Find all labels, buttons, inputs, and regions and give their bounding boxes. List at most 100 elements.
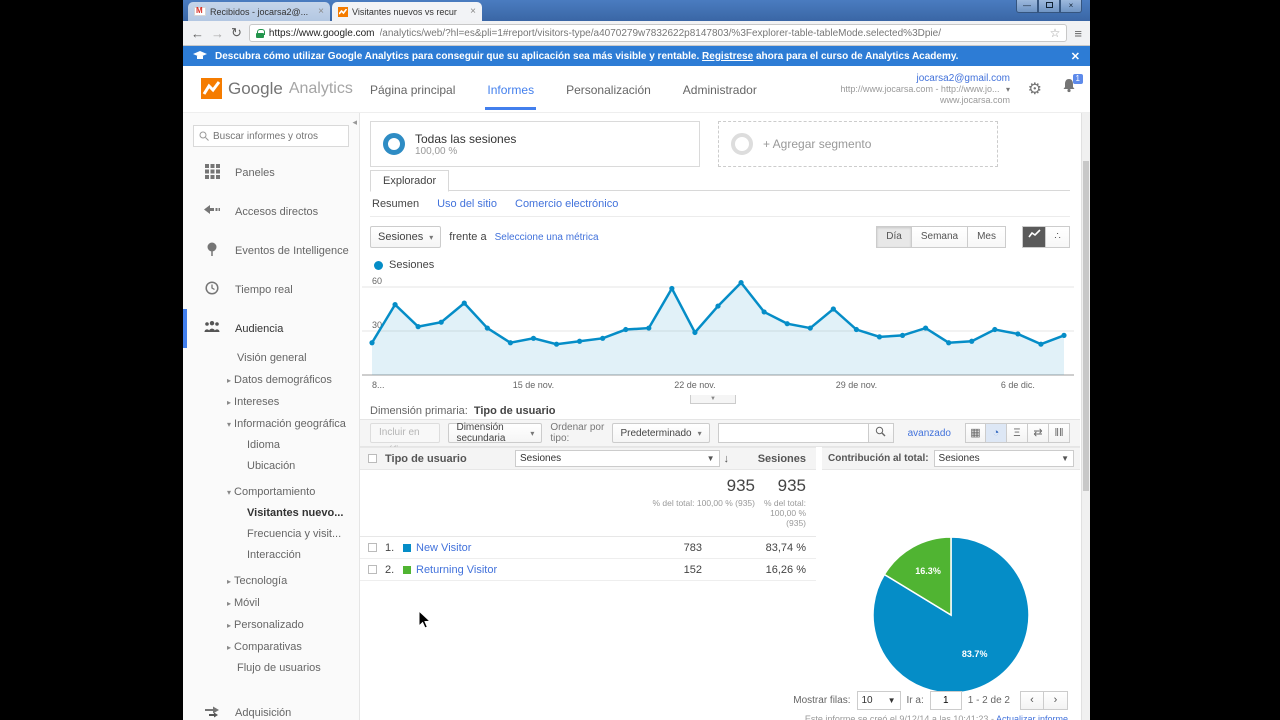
sidebar-item-tecnologia[interactable]: ▸ Tecnología <box>183 570 359 592</box>
minimize-button[interactable]: — <box>1016 0 1038 13</box>
sidebar-item-datos-demograficos[interactable]: ▸ Datos demográficos <box>183 369 359 391</box>
nav-personalizacion[interactable]: Personalización <box>564 68 653 110</box>
notifications-bell[interactable]: 1 <box>1062 74 1083 98</box>
scrollbar[interactable] <box>1081 113 1090 720</box>
select-metric-link[interactable]: Seleccione una métrica <box>495 232 599 243</box>
pivot-view-icon[interactable]: ǁǁ <box>1049 423 1070 443</box>
sidebar-item-flujo-usuarios[interactable]: Flujo de usuarios <box>183 658 359 679</box>
gear-icon[interactable]: ⚙ <box>1028 79 1042 99</box>
audience-people-icon <box>203 321 221 336</box>
sidebar-search[interactable] <box>193 125 349 147</box>
granularity-week-button[interactable]: Semana <box>911 226 969 248</box>
sidebar-item-comportamiento[interactable]: ▾ Comportamiento <box>183 481 359 503</box>
account-property: http://www.jocarsa.com - http://www.jo..… <box>840 84 1000 94</box>
sidebar-item-personalizado[interactable]: ▸ Personalizado <box>183 614 359 636</box>
sidebar-item-intereses[interactable]: ▸ Intereses <box>183 391 359 413</box>
sidebar-item-eventos-intelligence[interactable]: Eventos de Intelligence <box>183 231 359 270</box>
browser-tab-gmail[interactable]: Recibidos - jocarsa2@... × <box>188 2 330 21</box>
line-chart-icon[interactable] <box>1022 226 1046 248</box>
subnav-comercio[interactable]: Comercio electrónico <box>515 198 618 210</box>
table-view-icon[interactable]: ▦ <box>965 423 986 443</box>
plot-rows-button[interactable]: Incluir en gráfico <box>370 423 441 456</box>
browser-tabstrip: Recibidos - jocarsa2@... × Visitantes nu… <box>183 0 1090 21</box>
comparison-view-icon[interactable]: ⇄ <box>1028 423 1049 443</box>
bookmark-star-icon[interactable]: ☆ <box>1050 26 1061 40</box>
pie-view-icon[interactable]: ◔ <box>986 423 1007 443</box>
column-sesiones-pct[interactable]: Sesiones <box>733 453 816 465</box>
contribution-select[interactable]: Sesiones ▼ <box>933 450 1074 467</box>
subnav-resumen[interactable]: Resumen <box>372 198 419 210</box>
sidebar-item-comparativas[interactable]: ▸ Comparativas <box>183 636 359 658</box>
next-page-button[interactable]: › <box>1044 691 1068 710</box>
sidebar-item-adquisicion[interactable]: Adquisición <box>183 693 359 720</box>
prev-page-button[interactable]: ‹ <box>1020 691 1044 710</box>
reload-icon[interactable]: ↻ <box>231 25 242 41</box>
segment-all-sessions[interactable]: Todas las sesiones 100,00 % <box>370 121 700 167</box>
refresh-report-link[interactable]: Actualizar informe <box>996 714 1068 720</box>
data-table: Tipo de usuario Sesiones ▼ ↓ Sesiones 93… <box>360 447 816 581</box>
account-switcher[interactable]: jocarsa2@gmail.com http://www.jocarsa.co… <box>840 73 1010 106</box>
table-search-input[interactable] <box>717 423 868 443</box>
sidebar-item-vision-general[interactable]: Visión general <box>183 348 359 369</box>
sidebar-item-frecuencia[interactable]: Frecuencia y visit... <box>183 524 359 545</box>
sort-label: Ordenar por tipo: <box>550 422 605 444</box>
sidebar-item-ubicacion[interactable]: Ubicación <box>183 456 359 477</box>
nav-pagina-principal[interactable]: Página principal <box>368 68 457 110</box>
chrome-menu-icon[interactable]: ≡ <box>1074 26 1082 41</box>
analytics-logo[interactable]: Google Analytics <box>201 78 353 99</box>
chevron-down-icon: ▾ <box>697 428 702 438</box>
subnav-uso-del-sitio[interactable]: Uso del sitio <box>437 198 497 210</box>
add-segment-button[interactable]: + Agregar segmento <box>718 121 998 167</box>
sidebar-item-accesos-directos[interactable]: Accesos directos <box>183 192 359 231</box>
tab-close-icon[interactable]: × <box>318 6 324 17</box>
url-bar[interactable]: https://www.google.com /analytics/web/?h… <box>248 24 1068 42</box>
tab-close-icon[interactable]: × <box>470 6 476 17</box>
sidebar-collapse-icon[interactable]: ◂ <box>352 117 357 128</box>
granularity-buttons: Día Semana Mes <box>876 226 1006 248</box>
sidebar-item-movil[interactable]: ▸ Móvil <box>183 592 359 614</box>
sidebar-item-interaccion[interactable]: Interacción <box>183 545 359 566</box>
row-label-link[interactable]: Returning Visitor <box>416 564 497 576</box>
sidebar-item-visitantes-nuevos[interactable]: Visitantes nuevo... <box>183 503 359 524</box>
row-label-link[interactable]: New Visitor <box>416 542 471 554</box>
rows-per-page-select[interactable]: 10 ▼ <box>856 691 901 710</box>
tab-explorador[interactable]: Explorador <box>370 170 450 192</box>
sort-descending-icon[interactable]: ↓ <box>724 453 730 465</box>
banner-close-icon[interactable]: ✕ <box>1071 50 1080 63</box>
sessions-pie-chart[interactable]: 83.7% 16.3% <box>866 530 1036 700</box>
performance-view-icon[interactable]: Ξ <box>1007 423 1028 443</box>
dimension-tipo-usuario[interactable]: Tipo de usuario <box>474 405 556 417</box>
back-icon[interactable]: ← <box>191 26 204 41</box>
sidebar-item-tiempo-real[interactable]: Tiempo real <box>183 270 359 309</box>
browser-tab-analytics[interactable]: Visitantes nuevos vs recur × <box>332 2 482 21</box>
banner-register-link[interactable]: Registrese <box>702 51 753 62</box>
sessions-line-chart[interactable]: 30608... 15 de nov. 22 de nov. 29 de nov. 6 … <box>362 273 1074 393</box>
column-tipo-usuario[interactable]: Tipo de usuario <box>385 453 515 465</box>
forward-icon[interactable]: → <box>211 26 224 41</box>
advanced-link[interactable]: avanzado <box>908 428 951 439</box>
search-input[interactable] <box>213 130 343 142</box>
motion-chart-icon[interactable]: ∴ <box>1046 226 1070 248</box>
sidebar-item-paneles[interactable]: Paneles <box>183 153 359 192</box>
sidebar-item-audiencia[interactable]: Audiencia <box>183 309 359 348</box>
sidebar-item-idioma[interactable]: Idioma <box>183 435 359 456</box>
maximize-button[interactable] <box>1038 0 1060 13</box>
nav-administrador[interactable]: Administrador <box>681 68 759 110</box>
sidebar-item-informacion-geografica[interactable]: ▾ Información geográfica <box>183 413 359 435</box>
chevron-down-icon: ▾ <box>429 232 434 242</box>
sort-type-dropdown[interactable]: Predeterminado ▾ <box>612 423 710 443</box>
scrollbar-thumb[interactable] <box>1083 161 1089 491</box>
granularity-month-button[interactable]: Mes <box>968 226 1006 248</box>
column-metric-select[interactable]: Sesiones ▼ <box>515 450 720 467</box>
row-checkbox[interactable] <box>368 565 377 574</box>
goto-page-input[interactable] <box>929 691 962 710</box>
close-button[interactable]: × <box>1060 0 1082 13</box>
secondary-dimension-dropdown[interactable]: Dimensión secundaria ▾ <box>448 422 543 444</box>
row-checkbox[interactable] <box>368 543 377 552</box>
chart-expand-handle[interactable]: ▼ <box>690 395 736 404</box>
select-all-checkbox[interactable] <box>368 454 377 463</box>
nav-informes[interactable]: Informes <box>485 68 537 110</box>
granularity-day-button[interactable]: Día <box>876 226 912 248</box>
table-search-button[interactable] <box>867 423 894 443</box>
metric-dropdown[interactable]: Sesiones ▾ <box>370 226 442 248</box>
